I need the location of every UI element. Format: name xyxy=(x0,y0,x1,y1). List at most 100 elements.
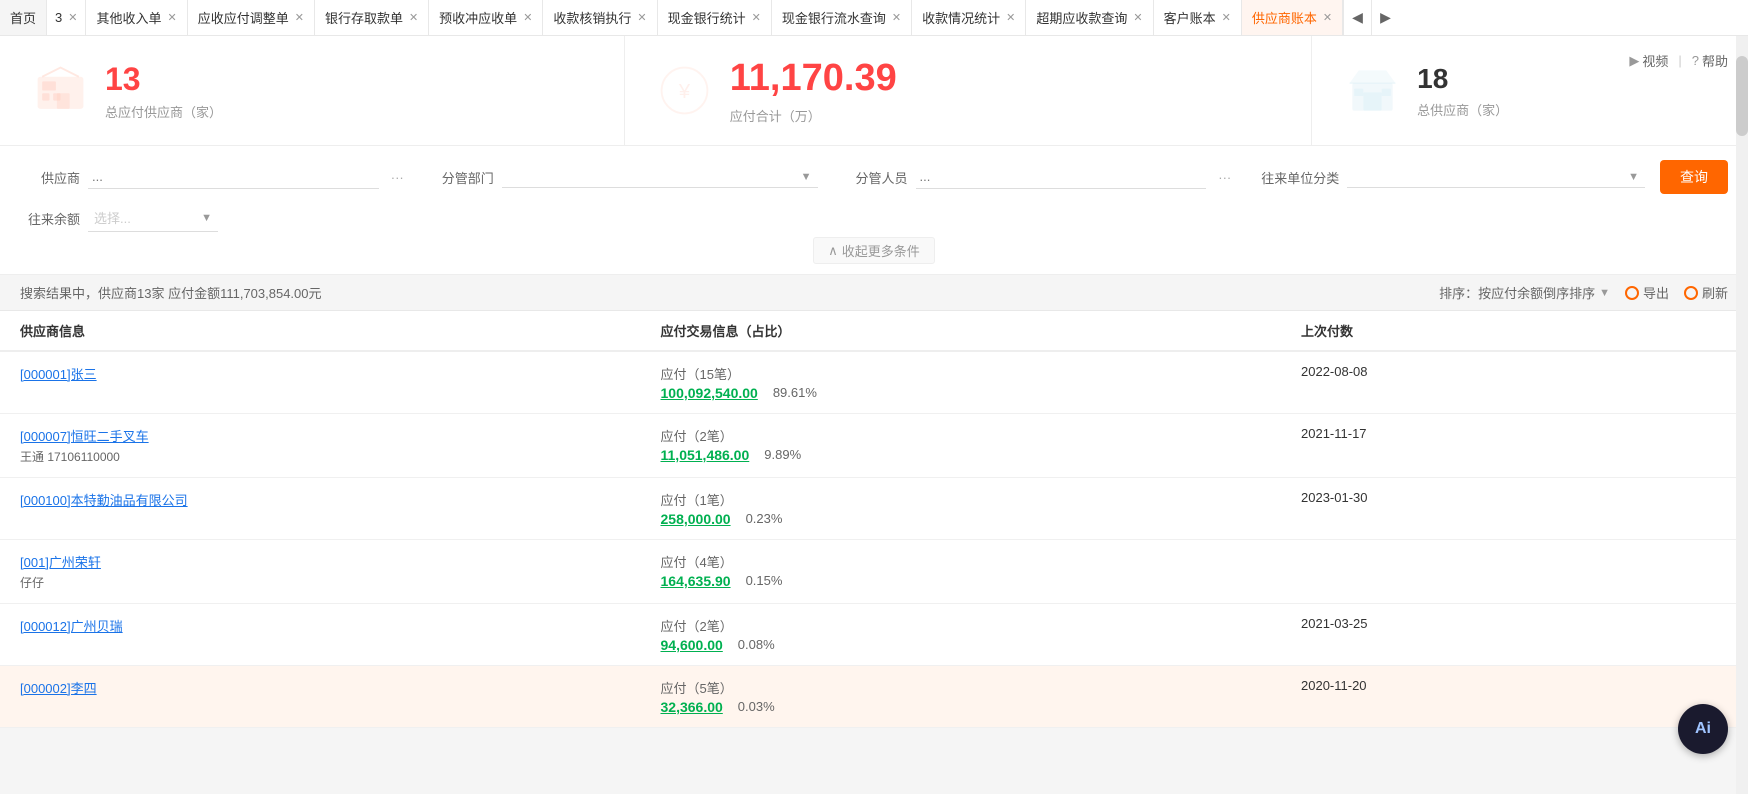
tx-amount-5[interactable]: 94,600.00 xyxy=(661,637,723,653)
nav-supplier-ledger[interactable]: 供应商账本 ✕ xyxy=(1242,0,1343,35)
chevron-down-icon: ▼ xyxy=(191,212,212,224)
chevron-up-icon: ∧ xyxy=(828,243,838,259)
nav-right-arrow[interactable]: ▶ xyxy=(1371,0,1399,36)
tx-label-5: 应付（2笔） xyxy=(661,616,1302,635)
person-label: 分管人员 xyxy=(848,168,908,187)
supplier-link-4[interactable]: [001]广州荣轩 xyxy=(20,552,661,571)
close-icon[interactable]: ✕ xyxy=(523,11,532,24)
supplier-label: 供应商 xyxy=(20,168,80,187)
supplier-info-1: [000001]张三 xyxy=(20,364,661,383)
close-icon[interactable]: ✕ xyxy=(637,11,646,24)
nav-bank-deposit[interactable]: 银行存取款单 ✕ xyxy=(315,0,429,35)
supplier-link-2[interactable]: [000007]恒旺二手叉车 xyxy=(20,426,661,445)
supplier-link-1[interactable]: [000001]张三 xyxy=(20,364,661,383)
supplier-link-3[interactable]: [000100]本特勤油品有限公司 xyxy=(20,490,661,509)
nav-collection[interactable]: 收款核销执行 ✕ xyxy=(543,0,657,35)
query-button[interactable]: 查询 xyxy=(1660,160,1728,194)
ai-button[interactable]: Ai xyxy=(1678,704,1728,754)
supplier-input[interactable] xyxy=(88,165,379,189)
col-header-supplier: 供应商信息 xyxy=(20,321,661,340)
tx-percent-4: 0.15% xyxy=(746,573,783,588)
payable-total-amount: 11,170.39 xyxy=(730,56,897,102)
transaction-info-6: 应付（5笔） 32,366.00 0.03% xyxy=(661,678,1302,715)
nav-cash-flow[interactable]: 现金银行流水查询 ✕ xyxy=(772,0,912,35)
category-select[interactable]: ▼ xyxy=(1347,167,1645,188)
transaction-info-4: 应付（4笔） 164,635.90 0.15% xyxy=(661,552,1302,589)
supplier-sub-2: 王通 17106110000 xyxy=(20,448,661,465)
table-row: [000002]李四 应付（5笔） 32,366.00 0.03% 2020-1… xyxy=(0,666,1748,728)
table-row: [001]广州荣轩 仔仔 应付（4笔） 164,635.90 0.15% xyxy=(0,540,1748,604)
dept-select[interactable]: ▼ xyxy=(502,167,818,188)
video-link[interactable]: ▶ 视频 xyxy=(1629,51,1668,70)
nav-customer-ledger[interactable]: 客户账本 ✕ xyxy=(1154,0,1242,35)
nav-tab-3[interactable]: 3 ✕ xyxy=(47,0,86,35)
filter-dept: 分管部门 ▼ xyxy=(434,167,818,188)
balance-placeholder: 选择... xyxy=(94,208,131,227)
tx-amount-2[interactable]: 11,051,486.00 xyxy=(661,447,750,463)
close-icon[interactable]: ✕ xyxy=(409,11,418,24)
help-link[interactable]: ? 帮助 xyxy=(1692,51,1728,70)
collapse-section: ∧ 收起更多条件 xyxy=(20,237,1728,264)
scrollbar-thumb[interactable] xyxy=(1736,56,1748,136)
nav-collection-stats[interactable]: 收款情况统计 ✕ xyxy=(912,0,1026,35)
nav-overdue[interactable]: 超期应收款查询 ✕ xyxy=(1026,0,1153,35)
supplier-more-icon[interactable]: ··· xyxy=(391,170,404,185)
filter-area: 供应商 ··· 分管部门 ▼ 分管人员 ··· 往来单位分类 ▼ xyxy=(0,146,1748,275)
payable-total-label: 应付合计（万） xyxy=(730,106,897,125)
nav-home[interactable]: 首页 xyxy=(0,0,47,35)
sort-label: 排序：按应付余额倒序排序 xyxy=(1439,283,1595,302)
person-more-icon[interactable]: ··· xyxy=(1218,170,1231,185)
supplier-info-3: [000100]本特勤油品有限公司 xyxy=(20,490,661,509)
sort-dropdown[interactable]: 排序：按应付余额倒序排序 ▼ xyxy=(1439,283,1610,302)
nav-cash-bank-stats[interactable]: 现金银行统计 ✕ xyxy=(658,0,772,35)
close-icon[interactable]: ✕ xyxy=(1133,11,1142,24)
close-icon[interactable]: ✕ xyxy=(295,11,304,24)
refresh-button[interactable]: 刷新 xyxy=(1684,283,1728,302)
dept-label: 分管部门 xyxy=(434,168,494,187)
nav-prepay[interactable]: 预收冲应收单 ✕ xyxy=(429,0,543,35)
table-row: [000001]张三 应付（15笔） 100,092,540.00 89.61%… xyxy=(0,352,1748,414)
col-header-last-pay: 上次付数 xyxy=(1301,321,1728,340)
nav-left-arrow[interactable]: ◀ xyxy=(1343,0,1371,36)
balance-select[interactable]: 选择... ▼ xyxy=(88,204,218,232)
person-input[interactable] xyxy=(916,165,1207,189)
tx-amount-1[interactable]: 100,092,540.00 xyxy=(661,385,758,401)
tx-percent-2: 9.89% xyxy=(764,447,801,462)
close-icon[interactable]: ✕ xyxy=(1323,11,1332,24)
payable-supplier-label: 总应付供应商（家） xyxy=(105,102,222,121)
supplier-info-5: [000012]广州贝瑞 xyxy=(20,616,661,635)
amount-icon: ¥ xyxy=(655,61,715,121)
close-icon[interactable]: ✕ xyxy=(752,11,761,24)
close-icon[interactable]: ✕ xyxy=(1222,11,1231,24)
supplier-link-6[interactable]: [000002]李四 xyxy=(20,678,661,697)
export-button[interactable]: 导出 xyxy=(1625,283,1669,302)
stat-card-amount: ¥ 11,170.39 应付合计（万） xyxy=(625,36,1312,145)
top-links: ▶ 视频 | ? 帮助 xyxy=(1629,51,1728,70)
filter-person: 分管人员 ··· xyxy=(848,165,1232,189)
scrollbar[interactable] xyxy=(1736,36,1748,794)
filter-balance: 往来余额 选择... ▼ xyxy=(20,204,218,232)
total-supplier-count: 18 xyxy=(1417,62,1508,96)
supplier-info-6: [000002]李四 xyxy=(20,678,661,697)
payable-supplier-count: 13 xyxy=(105,60,222,98)
filter-category: 往来单位分类 ▼ xyxy=(1261,167,1645,188)
table-row: [000100]本特勤油品有限公司 应付（1笔） 258,000.00 0.23… xyxy=(0,478,1748,540)
close-icon[interactable]: ✕ xyxy=(68,11,77,24)
close-icon[interactable]: ✕ xyxy=(167,11,176,24)
tx-amount-3[interactable]: 258,000.00 xyxy=(661,511,731,527)
tx-amount-6[interactable]: 32,366.00 xyxy=(661,699,723,715)
close-icon[interactable]: ✕ xyxy=(1006,11,1015,24)
result-bar: 搜索结果中，供应商13家 应付金额111,703,854.00元 排序：按应付余… xyxy=(0,275,1748,311)
collapse-button[interactable]: ∧ 收起更多条件 xyxy=(813,237,935,264)
table-row: [000012]广州贝瑞 应付（2笔） 94,600.00 0.08% 2021… xyxy=(0,604,1748,666)
tx-amount-4[interactable]: 164,635.90 xyxy=(661,573,731,589)
nav-other-income[interactable]: 其他收入单 ✕ xyxy=(86,0,187,35)
nav-adjustment[interactable]: 应收应付调整单 ✕ xyxy=(188,0,315,35)
close-icon[interactable]: ✕ xyxy=(892,11,901,24)
chevron-down-icon: ▼ xyxy=(801,171,812,183)
chevron-down-icon: ▼ xyxy=(1628,171,1639,183)
tx-label-3: 应付（1笔） xyxy=(661,490,1302,509)
supplier-link-5[interactable]: [000012]广州贝瑞 xyxy=(20,616,661,635)
transaction-info-3: 应付（1笔） 258,000.00 0.23% xyxy=(661,490,1302,527)
last-pay-2: 2021-11-17 xyxy=(1301,426,1728,441)
